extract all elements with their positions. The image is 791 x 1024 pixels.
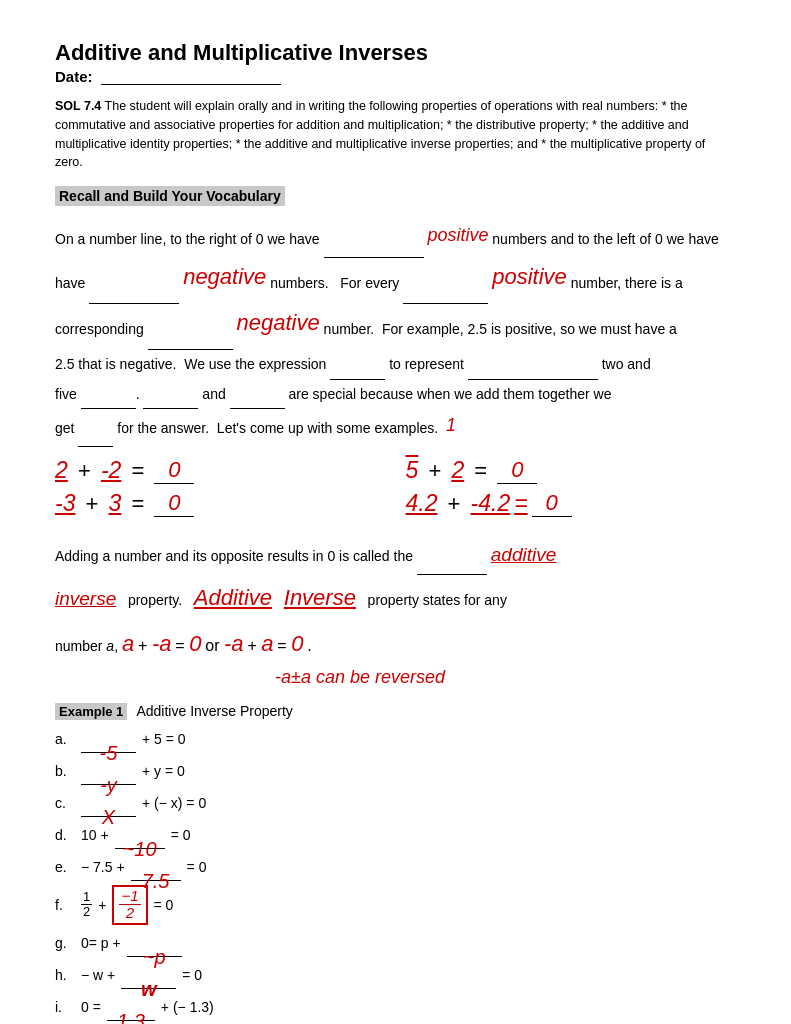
ex1-row-a: a. -5 + 5 = 0 [55, 725, 736, 753]
ex1-eq: 0 [154, 457, 194, 484]
ex1-row-f: f. 1 2 + −1 2 = 0 [55, 885, 736, 925]
ex1-left: 2 [55, 457, 68, 484]
date-label: Date: [55, 68, 93, 85]
page-title: Additive and Multiplicative Inverses [55, 40, 736, 66]
ex3-right: 3 [109, 490, 122, 517]
example-row-3: -3 + 3 = 0 [55, 490, 386, 517]
hw-inverse1: inverse [55, 588, 116, 609]
hw-negative2: negative [237, 310, 320, 335]
hw-inverse2: Inverse [284, 585, 356, 610]
hw-0-2: 0 [291, 631, 303, 656]
ex1-row-b: b. -y + y = 0 [55, 757, 736, 785]
example-row-1: 2 + -2 = 0 [55, 457, 386, 484]
date-input-line [101, 69, 281, 85]
hw-nega1: -a [152, 631, 172, 656]
section-header: Recall and Build Your Vocabulary [55, 186, 285, 206]
ex2-eq: 0 [497, 457, 537, 484]
ex4-eq: = [514, 490, 527, 517]
hw-additive1: additive [491, 544, 557, 565]
ex3-left: -3 [55, 490, 75, 517]
hw-a1: a [122, 631, 134, 656]
hw-nega2: -a [224, 631, 244, 656]
ex1-right: -2 [101, 457, 121, 484]
sol-description: SOL 7.4 The student will explain orally … [55, 97, 736, 172]
hw-positive1: positive [427, 225, 488, 245]
example-row-2: 5 + 2 = 0 [406, 457, 737, 484]
hw-a2: a [261, 631, 273, 656]
hw-positive2: positive [492, 264, 567, 289]
ex-note: 1 [446, 415, 456, 435]
vocab-section: On a number line, to the right of 0 we h… [55, 220, 736, 447]
example-row-4: 4.2 + -4.2 = 0 [406, 490, 737, 517]
example1-title: Additive Inverse Property [136, 703, 292, 719]
ex1-row-e: e. − 7.5 + 7.5 = 0 [55, 853, 736, 881]
property-note: -a±a can be reversed [275, 659, 736, 697]
ex2-left: 5 [406, 457, 419, 484]
fraction-half: 1 2 [81, 890, 92, 920]
example1-label: Example 1 [55, 703, 127, 720]
ex1-row-d: d. 10 + ~10 = 0 [55, 821, 736, 849]
date-line: Date: [55, 68, 736, 85]
hw-fraction: −1 2 [112, 885, 147, 925]
ex4-left: 4.2 [406, 490, 438, 517]
ex1-row-c: c. X + (− x) = 0 [55, 789, 736, 817]
additive-section: Adding a number and its opposite results… [55, 535, 736, 697]
ex1-row-i: i. 0 = 1.3 + (− 1.3) [55, 993, 736, 1021]
ex4-eq2: 0 [532, 490, 572, 517]
examples-grid: 2 + -2 = 0 5 + 2 = 0 -3 + 3 = 0 4.2 + -4… [55, 457, 736, 517]
example1-section: Example 1 Additive Inverse Property a. -… [55, 703, 736, 1021]
hw-additive2: Additive [194, 585, 272, 610]
ex1-row-g: g. 0= p + ~p [55, 929, 736, 957]
hw-0-1: 0 [189, 631, 201, 656]
hw-negative1: negative [183, 264, 266, 289]
ex2-right: 2 [451, 457, 464, 484]
ex4-right: -4.2 [471, 490, 511, 517]
ex3-eq: 0 [154, 490, 194, 517]
